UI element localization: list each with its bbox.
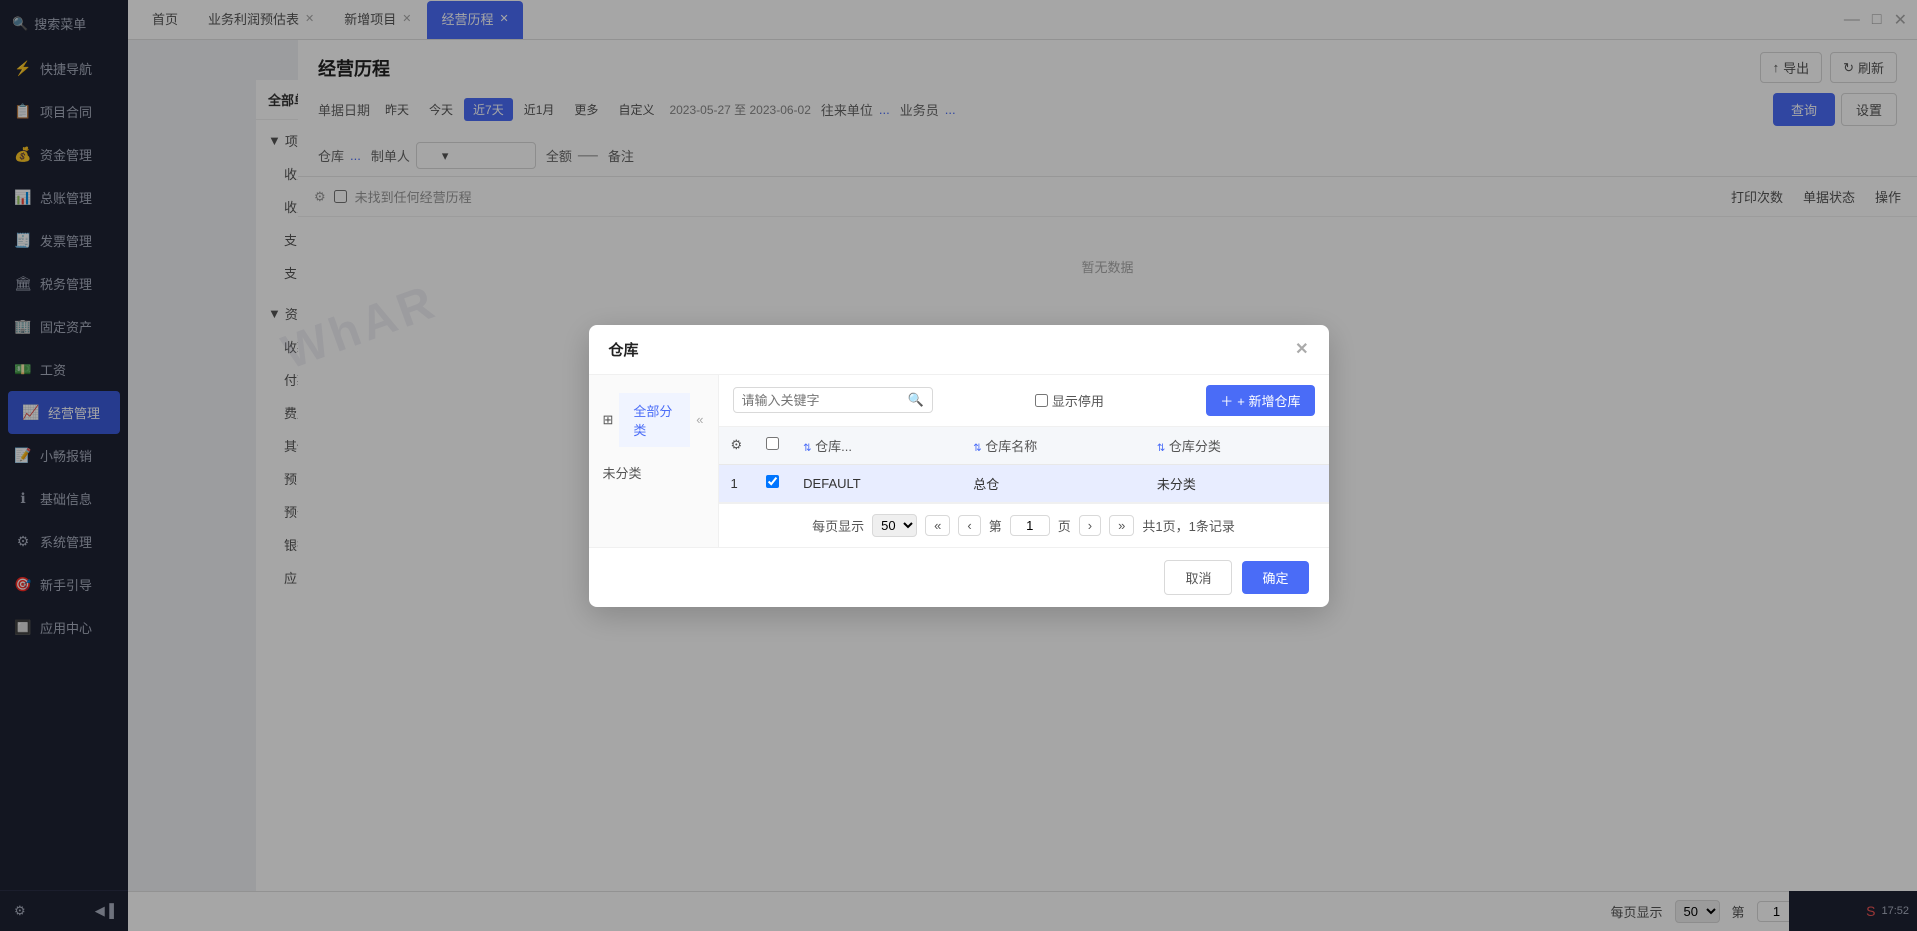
td-gear: 1 (719, 464, 755, 502)
total-records: 共1页，1条记录 (1142, 516, 1234, 535)
first-page-button[interactable]: « (925, 515, 950, 536)
page-prefix-label: 第 (989, 516, 1002, 535)
cancel-button[interactable]: 取消 (1164, 560, 1232, 595)
page-suffix-label: 页 (1058, 516, 1071, 535)
td-name: 总仓 (961, 464, 1145, 502)
modal-title: 仓库 (609, 339, 639, 360)
prev-page-button[interactable]: ‹ (958, 515, 980, 536)
td-category: 未分类 (1145, 464, 1329, 502)
last-page-button[interactable]: » (1109, 515, 1134, 536)
modal-overlay: 仓库 ✕ ⊞ 全部分类 « 未分类 (0, 0, 1917, 931)
modal-pagination: 每页显示 50 « ‹ 第 页 › » 共1页，1条记录 (719, 503, 1329, 547)
td-code: DEFAULT (791, 464, 961, 502)
modal-toolbar: 🔍 显示停用 ＋ + 新增仓库 (719, 375, 1329, 427)
th-name[interactable]: ⇅ 仓库名称 (961, 427, 1145, 465)
grid-icon: ⊞ (603, 412, 614, 428)
th-code[interactable]: ⇅ 仓库... (791, 427, 961, 465)
show-disabled-checkbox[interactable]: 显示停用 (1035, 391, 1104, 410)
modal-search-input[interactable] (742, 393, 902, 408)
th-gear[interactable]: ⚙ (719, 427, 755, 465)
modal-select-all[interactable] (766, 437, 779, 450)
plus-icon: ＋ (1220, 391, 1233, 410)
modal-search-icon: 🔍 (908, 392, 924, 408)
modal-dialog: 仓库 ✕ ⊞ 全部分类 « 未分类 (589, 325, 1329, 607)
gear-icon-modal: ⚙ (731, 437, 743, 452)
modal-search-box[interactable]: 🔍 (733, 387, 933, 413)
confirm-button[interactable]: 确定 (1242, 561, 1308, 594)
modal-page-input[interactable] (1010, 515, 1050, 536)
modal-left-header: ⊞ 全部分类 « (589, 385, 718, 455)
sort-icon-category: ⇅ (1157, 443, 1165, 454)
modal-body: ⊞ 全部分类 « 未分类 🔍 显示停用 (589, 375, 1329, 547)
modal-left-nav: ⊞ 全部分类 « 未分类 (589, 375, 719, 547)
th-category[interactable]: ⇅ 仓库分类 (1145, 427, 1329, 465)
sort-icon-code: ⇅ (803, 443, 811, 454)
show-disabled-input[interactable] (1035, 394, 1048, 407)
sort-icon-name: ⇅ (973, 443, 981, 454)
modal-left-collapse[interactable]: « (696, 412, 703, 427)
td-check[interactable] (754, 464, 791, 502)
modal-left-uncategorized[interactable]: 未分类 (589, 455, 718, 490)
th-check[interactable] (754, 427, 791, 465)
modal-left-all[interactable]: 全部分类 (619, 393, 690, 447)
per-page-label: 每页显示 (812, 516, 864, 535)
add-warehouse-button[interactable]: ＋ + 新增仓库 (1206, 385, 1314, 416)
modal-table: ⚙ ⇅ 仓库... ⇅ (719, 427, 1329, 503)
table-row[interactable]: 1 DEFAULT 总仓 未分类 (719, 464, 1329, 502)
row-checkbox[interactable] (766, 475, 779, 488)
next-page-button[interactable]: › (1079, 515, 1101, 536)
modal-page-size-select[interactable]: 50 (872, 514, 917, 537)
modal-header: 仓库 ✕ (589, 325, 1329, 375)
modal-close-button[interactable]: ✕ (1295, 339, 1308, 359)
modal-action-bar: 取消 确定 (589, 547, 1329, 607)
modal-right-content: 🔍 显示停用 ＋ + 新增仓库 (719, 375, 1329, 547)
show-disabled-label: 显示停用 (1052, 391, 1104, 410)
